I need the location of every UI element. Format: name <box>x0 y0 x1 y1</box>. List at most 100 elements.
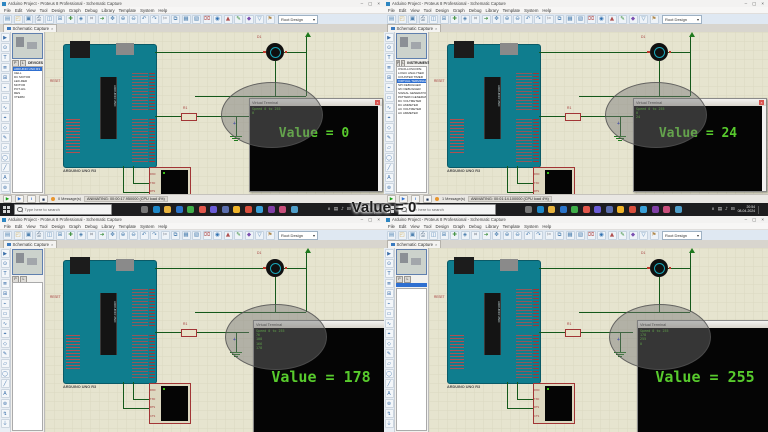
toolbar-icon[interactable]: ↷ <box>534 230 543 240</box>
mode-tool-icon[interactable]: ▱ <box>0 359 10 368</box>
toolbar-icon[interactable]: ⊖ <box>129 14 138 24</box>
taskbar-app-icon[interactable] <box>152 206 160 213</box>
taskbar-app-icon[interactable] <box>582 206 590 213</box>
menu-item[interactable]: File <box>4 224 11 229</box>
toolbar-icon[interactable]: ◉ <box>213 14 222 24</box>
toolbar-icon[interactable]: ▤ <box>387 230 396 240</box>
mode-tool-icon[interactable]: ▱ <box>384 143 394 152</box>
tab-schematic-capture[interactable]: Schematic Capture × <box>3 24 58 32</box>
taskbar-app-icon[interactable] <box>536 206 544 213</box>
library-button[interactable]: L <box>404 275 411 283</box>
menu-item[interactable]: Graph <box>453 224 465 229</box>
terminal-scrollbar[interactable] <box>762 106 766 191</box>
menu-item[interactable]: Design <box>435 8 448 13</box>
mode-tool-icon[interactable]: ◯ <box>384 369 394 378</box>
schematic-overview[interactable] <box>12 249 43 275</box>
menu-item[interactable]: Help <box>158 8 167 13</box>
toolbar-icon[interactable]: ✂ <box>160 230 170 240</box>
toolbar-icon[interactable]: ◈ <box>76 230 86 240</box>
toolbar-icon[interactable]: ▤ <box>387 14 396 24</box>
sim-step-button[interactable]: ▶ <box>15 195 24 203</box>
taskbar-search[interactable]: Type here to search <box>14 204 112 215</box>
toolbar-icon[interactable]: ⌧ <box>586 14 596 24</box>
taskbar-app-icon[interactable] <box>663 206 671 213</box>
mode-tool-icon[interactable]: ▭ <box>0 309 10 318</box>
menu-item[interactable]: Help <box>158 224 167 229</box>
toolbar-icon[interactable]: ✎ <box>618 14 627 24</box>
mode-tool-icon[interactable]: ⊚ <box>384 399 394 408</box>
mode-tool-icon[interactable]: ✎ <box>384 349 394 358</box>
taskbar-app-icon[interactable] <box>674 206 682 213</box>
dc-motor[interactable] <box>650 259 668 277</box>
toolbar-icon[interactable]: ▧ <box>576 14 585 24</box>
toolbar-icon[interactable]: ▽ <box>639 230 648 240</box>
maximize-button[interactable]: ▢ <box>368 217 372 223</box>
schematic-canvas[interactable]: ARDUINO UNO RESET ARDUINO UNO R3 + D1 R1… <box>45 248 384 432</box>
taskbar-app-icon[interactable] <box>164 206 172 213</box>
mode-tool-icon[interactable]: ▭ <box>0 93 10 102</box>
resistor[interactable] <box>181 329 197 337</box>
toolbar-icon[interactable]: ⎙ <box>34 230 44 240</box>
arduino-uno-board[interactable]: ARDUINO UNO RESET <box>50 257 157 384</box>
mode-tool-icon[interactable]: ✎ <box>384 133 394 142</box>
mode-tool-icon[interactable]: ◇ <box>384 339 394 348</box>
mode-tool-icon[interactable]: ∿ <box>0 103 10 112</box>
mode-tool-icon[interactable]: ↯ <box>384 409 394 418</box>
toolbar-icon[interactable]: ▧ <box>192 14 201 24</box>
mode-tool-icon[interactable]: ⊙ <box>384 43 394 52</box>
mode-tool-icon[interactable]: T <box>0 53 10 62</box>
toolbar-icon[interactable]: ⌧ <box>586 230 596 240</box>
mode-tool-icon[interactable]: T <box>384 269 394 278</box>
mode-tool-icon[interactable]: ∿ <box>0 319 10 328</box>
menu-item[interactable]: View <box>410 224 419 229</box>
close-button[interactable]: × <box>377 217 380 223</box>
mode-tool-icon[interactable]: ⌖ <box>384 329 394 338</box>
dc-motor[interactable] <box>266 43 284 61</box>
mode-tool-icon[interactable]: ╱ <box>0 163 10 172</box>
tab-schematic-capture[interactable]: Schematic Capture × <box>387 24 442 32</box>
object-list-item[interactable]: AC AMMETER <box>397 111 426 115</box>
mode-tool-icon[interactable]: A <box>384 389 394 398</box>
taskbar-app-icon[interactable] <box>628 206 636 213</box>
mode-tool-icon[interactable]: T <box>0 269 10 278</box>
toolbar-icon[interactable]: ⌗ <box>87 14 96 24</box>
toolbar-icon[interactable]: ◫ <box>429 14 438 24</box>
toolbar-icon[interactable]: ▣ <box>24 230 33 240</box>
mode-tool-icon[interactable]: ╱ <box>384 379 394 388</box>
toolbar-icon[interactable]: ⚑ <box>265 14 275 24</box>
menu-item[interactable]: Edit <box>15 8 22 13</box>
toolbar-icon[interactable]: ↷ <box>150 230 159 240</box>
toolbar-icon[interactable]: ⊞ <box>439 230 449 240</box>
tray-chevron-icon[interactable]: ∧ <box>711 207 714 212</box>
toolbar-icon[interactable]: ⊕ <box>118 230 128 240</box>
virtual-terminal-component[interactable]: RXD TXD RTS CTS <box>533 383 575 424</box>
toolbar-icon[interactable]: ✥ <box>108 14 117 24</box>
minimize-button[interactable]: – <box>745 1 748 7</box>
mode-tool-icon[interactable]: ▭ <box>384 93 394 102</box>
menu-item[interactable]: Tool <box>40 8 48 13</box>
resistor[interactable] <box>565 329 581 337</box>
mode-tool-icon[interactable]: ⏚ <box>0 419 10 428</box>
toolbar-icon[interactable]: ✂ <box>544 230 554 240</box>
toolbar-icon[interactable]: ◆ <box>628 230 638 240</box>
mode-tool-icon[interactable]: ⏚ <box>384 419 394 428</box>
menu-item[interactable]: System <box>524 8 538 13</box>
mode-tool-icon[interactable]: ◇ <box>384 123 394 132</box>
message-indicator-icon[interactable] <box>51 197 55 201</box>
mode-tool-icon[interactable]: ⊞ <box>0 73 10 82</box>
toolbar-icon[interactable]: ▣ <box>24 14 33 24</box>
menu-item[interactable]: Library <box>486 224 499 229</box>
toolbar-icon[interactable]: ➜ <box>481 14 491 24</box>
menu-item[interactable]: Tool <box>424 8 432 13</box>
menu-item[interactable]: Template <box>503 224 520 229</box>
toolbar-icon[interactable]: ▦ <box>181 230 191 240</box>
menu-item[interactable]: Graph <box>69 8 81 13</box>
mode-tool-icon[interactable]: ≣ <box>384 279 394 288</box>
taskbar-app-icon[interactable] <box>141 206 149 213</box>
tab-close-icon[interactable]: × <box>435 26 437 31</box>
toolbar-icon[interactable]: ◆ <box>628 14 638 24</box>
menu-item[interactable]: Tool <box>40 224 48 229</box>
tray-chevron-icon[interactable]: ∧ <box>327 207 330 212</box>
terminal-close-button[interactable]: × <box>759 100 764 105</box>
toolbar-icon[interactable]: ▤ <box>3 230 12 240</box>
